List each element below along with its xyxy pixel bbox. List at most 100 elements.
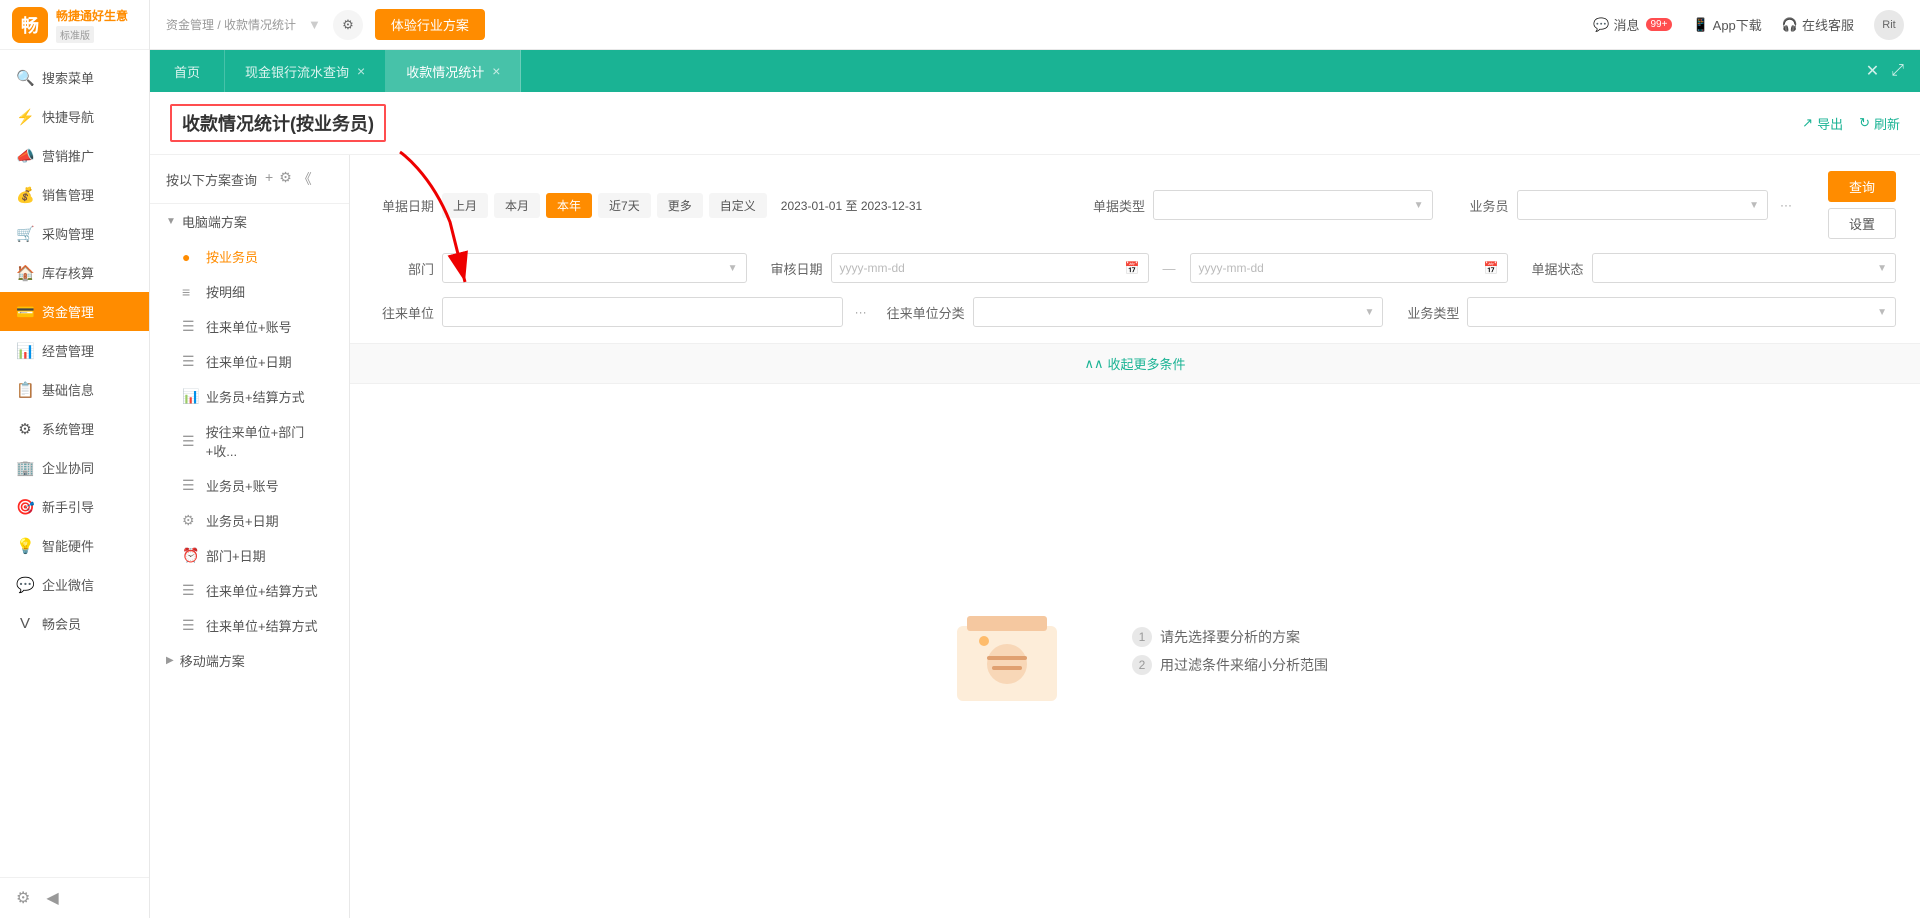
biz-type-arrow: ▼ xyxy=(1877,307,1887,318)
sidebar-item-label: 经营管理 xyxy=(42,341,94,360)
sidebar-item-search-menu[interactable]: 🔍 搜索菜单 xyxy=(0,58,149,97)
scheme-item-counterpart-dept[interactable]: ☰ 按往来单位+部门+收... xyxy=(150,414,349,468)
desktop-group-arrow: ▼ xyxy=(166,216,176,227)
tab-receipt-stats-close[interactable]: × xyxy=(492,64,500,78)
sidebar-item-guide[interactable]: 🎯 新手引导 xyxy=(0,487,149,526)
salesperson-more-btn[interactable]: ··· xyxy=(1776,198,1796,212)
collapse-bar[interactable]: ∧∧ 收起更多条件 xyxy=(350,344,1920,384)
query-button[interactable]: 查询 xyxy=(1828,171,1896,202)
collapse-icon: ∧∧ xyxy=(1084,356,1103,372)
salesperson-select[interactable]: ▼ xyxy=(1517,190,1769,220)
date-btn-7days[interactable]: 近7天 xyxy=(598,193,651,218)
export-button[interactable]: ↗ 导出 xyxy=(1802,114,1843,133)
scheme-item-dept-date[interactable]: ⏰ 部门+日期 xyxy=(150,538,349,573)
dept-label: 部门 xyxy=(374,259,434,278)
sidebar-item-smart-hw[interactable]: 💡 智能硬件 xyxy=(0,526,149,565)
tab-receipt-stats[interactable]: 收款情况统计 × xyxy=(386,50,521,92)
counterpart-category-select[interactable]: ▼ xyxy=(973,297,1384,327)
scheme-item-salesperson-account[interactable]: ☰ 业务员+账号 xyxy=(150,468,349,503)
dept-date-icon: ⏰ xyxy=(182,547,198,564)
date-btn-this-year[interactable]: 本年 xyxy=(546,193,592,218)
sidebar-item-member[interactable]: V 畅会员 xyxy=(0,604,149,643)
calendar-icon: 📅 xyxy=(1125,261,1140,275)
messages-action[interactable]: 💬 消息 99+ xyxy=(1593,15,1672,34)
scheme-item-label: 往来单位+日期 xyxy=(206,352,292,371)
app-icon: 📱 xyxy=(1692,17,1708,33)
date-range-text: 2023-01-01 至 2023-12-31 xyxy=(781,197,922,214)
refresh-button[interactable]: ↻ 刷新 xyxy=(1859,114,1900,133)
tab-close-all-icon[interactable]: ✕ xyxy=(1866,61,1879,81)
doc-status-select[interactable]: ▼ xyxy=(1592,253,1897,283)
scheme-desktop-group: ▼ 电脑端方案 ● 按业务员 ≡ 按明细 ☰ 往来单位+账号 xyxy=(150,204,349,643)
counterpart-category-arrow: ▼ xyxy=(1364,307,1374,318)
sidebar-item-label: 采购管理 xyxy=(42,224,94,243)
scheme-item-counterpart-settlement2[interactable]: ☰ 往来单位+结算方式 xyxy=(150,608,349,643)
sidebar-item-inventory[interactable]: 🏠 库存核算 xyxy=(0,253,149,292)
review-date-from[interactable]: yyyy-mm-dd 📅 xyxy=(831,253,1149,283)
search-menu-icon: 🔍 xyxy=(16,69,34,87)
date-btn-more[interactable]: 更多 xyxy=(657,193,703,218)
tab-bank-flow-close[interactable]: × xyxy=(357,64,365,78)
doc-type-arrow: ▼ xyxy=(1414,200,1424,211)
sales-icon: 💰 xyxy=(16,186,34,204)
dept-select[interactable]: ▼ xyxy=(442,253,747,283)
scheme-desktop-group-title[interactable]: ▼ 电脑端方案 xyxy=(150,204,349,239)
sidebar-item-quick-nav[interactable]: ⚡ 快捷导航 xyxy=(0,97,149,136)
sidebar-item-enterprise[interactable]: 🏢 企业协同 xyxy=(0,448,149,487)
step-1-num: 1 xyxy=(1132,627,1152,647)
doc-type-select[interactable]: ▼ xyxy=(1153,190,1433,220)
export-label: 导出 xyxy=(1817,114,1843,133)
online-service-action[interactable]: 🎧 在线客服 xyxy=(1782,15,1854,34)
date-btn-this-month[interactable]: 本月 xyxy=(494,193,540,218)
marketing-icon: 📣 xyxy=(16,147,34,165)
date-selector: 上月 本月 本年 近7天 更多 自定义 2023-01-01 至 2023-12… xyxy=(442,193,922,218)
sidebar-item-system[interactable]: ⚙ 系统管理 xyxy=(0,409,149,448)
doc-status-arrow: ▼ xyxy=(1877,263,1887,274)
scheme-mobile-group-title[interactable]: ▶ 移动端方案 xyxy=(150,643,349,678)
user-avatar[interactable]: Rit xyxy=(1874,10,1904,40)
scheme-item-counterpart-settlement1[interactable]: ☰ 往来单位+结算方式 xyxy=(150,573,349,608)
sidebar-item-purchase[interactable]: 🛒 采购管理 xyxy=(0,214,149,253)
sidebar-item-marketing[interactable]: 📣 营销推广 xyxy=(0,136,149,175)
scheme-collapse-icon[interactable]: 《 xyxy=(298,169,312,189)
form-row-1: 单据日期 上月 本月 本年 近7天 更多 自定义 2023-01-01 至 20… xyxy=(374,171,1896,239)
date-btn-custom[interactable]: 自定义 xyxy=(709,193,767,218)
page-title: 收款情况统计(按业务员) xyxy=(170,104,386,142)
settings-button[interactable]: 设置 xyxy=(1828,208,1896,239)
scheme-item-counterpart-date[interactable]: ☰ 往来单位+日期 xyxy=(150,344,349,379)
form-row-3: 往来单位 ··· 往来单位分类 ▼ xyxy=(374,297,1896,327)
tab-home[interactable]: 首页 xyxy=(150,50,225,92)
salesperson-arrow: ▼ xyxy=(1749,200,1759,211)
sidebar-item-finance[interactable]: 💳 资金管理 xyxy=(0,292,149,331)
tab-expand-icon[interactable]: ⤢ xyxy=(1891,62,1904,80)
biz-type-select[interactable]: ▼ xyxy=(1467,297,1896,327)
footer-collapse-icon[interactable]: ◀ xyxy=(46,888,58,908)
counterpart-select[interactable] xyxy=(442,297,843,327)
scheme-settings-icon[interactable]: ⚙ xyxy=(279,169,292,189)
tab-bank-flow[interactable]: 现金银行流水查询 × xyxy=(225,50,386,92)
scheme-item-counterpart-account[interactable]: ☰ 往来单位+账号 xyxy=(150,309,349,344)
scheme-item-by-salesperson[interactable]: ● 按业务员 xyxy=(150,239,349,274)
scheme-item-by-detail[interactable]: ≡ 按明细 xyxy=(150,274,349,309)
trial-btn[interactable]: 体验行业方案 xyxy=(375,9,485,40)
scheme-item-label: 往来单位+账号 xyxy=(206,317,292,336)
scheme-add-icon[interactable]: + xyxy=(265,169,273,189)
scheme-item-salesperson-settlement[interactable]: 📊 业务员+结算方式 xyxy=(150,379,349,414)
footer-settings-icon[interactable]: ⚙ xyxy=(16,888,30,908)
biz-type-field: 业务类型 ▼ xyxy=(1399,297,1896,327)
main-area: 资金管理 / 收款情况统计 ▼ ⚙ 体验行业方案 💬 消息 99+ 📱 App下… xyxy=(150,0,1920,918)
counterpart-more-btn[interactable]: ··· xyxy=(851,305,871,319)
header-settings-button[interactable]: ⚙ xyxy=(333,10,363,40)
empty-svg xyxy=(942,586,1072,716)
scheme-item-salesperson-date[interactable]: ⚙ 业务员+日期 xyxy=(150,503,349,538)
online-service-label: 在线客服 xyxy=(1802,15,1854,34)
date-btn-last-month[interactable]: 上月 xyxy=(442,193,488,218)
sidebar-item-operations[interactable]: 📊 经营管理 xyxy=(0,331,149,370)
sidebar-item-wechat[interactable]: 💬 企业微信 xyxy=(0,565,149,604)
app-download-action[interactable]: 📱 App下载 xyxy=(1692,15,1761,34)
sidebar-item-sales[interactable]: 💰 销售管理 xyxy=(0,175,149,214)
salesperson-account-icon: ☰ xyxy=(182,477,198,494)
counterpart-field: 往来单位 ··· xyxy=(374,297,871,327)
review-date-to[interactable]: yyyy-mm-dd 📅 xyxy=(1190,253,1508,283)
sidebar-item-basic-info[interactable]: 📋 基础信息 xyxy=(0,370,149,409)
